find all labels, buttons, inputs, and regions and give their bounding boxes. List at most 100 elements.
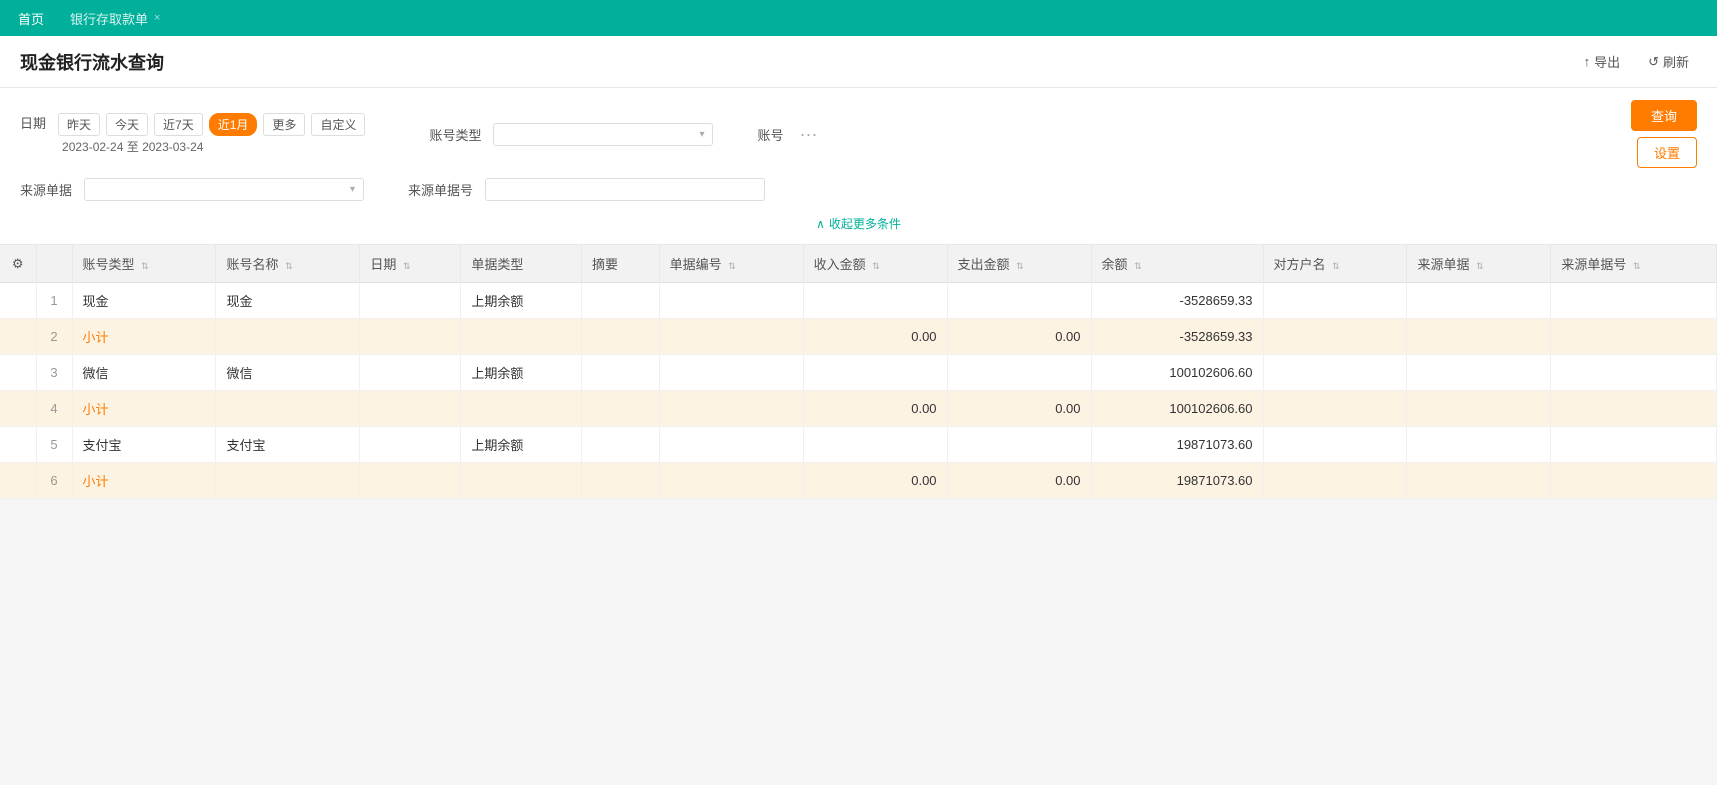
column-gear[interactable]: ⚙ <box>0 245 36 283</box>
table-row: 5支付宝支付宝上期余额19871073.60 <box>0 427 1717 463</box>
settings-button[interactable]: 设置 <box>1637 137 1697 168</box>
cell-expense <box>947 427 1091 463</box>
cell-balance: 100102606.60 <box>1091 391 1263 427</box>
sort-icon-date: ⇅ <box>403 261 411 272</box>
sort-icon-income: ⇅ <box>872 261 880 272</box>
cell-idx: 4 <box>36 391 72 427</box>
table-row: 6小计0.000.0019871073.60 <box>0 463 1717 499</box>
date-btn-more[interactable]: 更多 <box>263 113 305 136</box>
cell-source-doc-num <box>1551 283 1717 319</box>
top-nav: 首页 收款单×付款单×其他收入单×应收应付调整单×银行存取款单×预收冲应收单×收… <box>0 0 1717 36</box>
date-btn-1month[interactable]: 近1月 <box>209 113 258 136</box>
cell-summary <box>582 283 660 319</box>
cell-income: 0.00 <box>803 391 947 427</box>
column-counterparty[interactable]: 对方户名 ⇅ <box>1263 245 1407 283</box>
export-button[interactable]: ↑ 导出 <box>1576 48 1629 75</box>
date-btn-today[interactable]: 今天 <box>106 113 148 136</box>
cell-account-name: 微信 <box>216 355 360 391</box>
date-label: 日期 <box>20 113 46 132</box>
column-source-doc[interactable]: 来源单据 ⇅ <box>1407 245 1551 283</box>
header-actions: ↑ 导出 ↺ 刷新 <box>1576 48 1697 87</box>
data-table: ⚙ 账号类型 ⇅ 账号名称 ⇅ 日期 ⇅ 单据类型 摘要 单据编号 ⇅ 收入金额… <box>0 245 1717 499</box>
column-balance[interactable]: 余额 ⇅ <box>1091 245 1263 283</box>
cell-account-type: 小计 <box>72 391 216 427</box>
account-label: 账号 <box>757 125 783 144</box>
cell-counterparty <box>1263 319 1407 355</box>
refresh-button[interactable]: ↺ 刷新 <box>1640 48 1697 75</box>
cell-date <box>360 355 461 391</box>
cell-summary <box>582 391 660 427</box>
cell-income: 0.00 <box>803 463 947 499</box>
collapse-button[interactable]: ∧ 收起更多条件 <box>816 215 901 232</box>
cell-summary <box>582 319 660 355</box>
cell-gear <box>0 391 36 427</box>
date-btn-yesterday[interactable]: 昨天 <box>58 113 100 136</box>
cell-source-doc <box>1407 319 1551 355</box>
date-btn-7days[interactable]: 近7天 <box>154 113 203 136</box>
cell-gear <box>0 319 36 355</box>
cell-balance: 100102606.60 <box>1091 355 1263 391</box>
column-date[interactable]: 日期 ⇅ <box>360 245 461 283</box>
source-doc-num-input[interactable] <box>494 182 756 197</box>
nav-tab-close[interactable]: × <box>154 12 160 24</box>
cell-expense <box>947 355 1091 391</box>
cell-idx: 1 <box>36 283 72 319</box>
sort-icon-account-type: ⇅ <box>141 261 149 272</box>
column-account-name[interactable]: 账号名称 ⇅ <box>216 245 360 283</box>
sort-icon-source-doc: ⇅ <box>1476 261 1484 272</box>
account-dots[interactable]: ··· <box>795 124 821 145</box>
cell-gear <box>0 427 36 463</box>
cell-expense: 0.00 <box>947 391 1091 427</box>
column-summary: 摘要 <box>582 245 660 283</box>
query-button[interactable]: 查询 <box>1631 100 1697 131</box>
cell-account-name <box>216 391 360 427</box>
nav-tabs: 收款单×付款单×其他收入单×应收应付调整单×银行存取款单×预收冲应收单×收款核销… <box>58 0 198 36</box>
column-doc-type: 单据类型 <box>461 245 582 283</box>
cell-balance: 19871073.60 <box>1091 427 1263 463</box>
collapse-bar: ∧ 收起更多条件 <box>20 211 1697 232</box>
cell-source-doc <box>1407 355 1551 391</box>
cell-account-type: 小计 <box>72 463 216 499</box>
account-type-select[interactable]: ▾ <box>493 123 713 146</box>
cell-summary <box>582 463 660 499</box>
source-doc-arrow: ▾ <box>350 184 355 195</box>
nav-tab-银行存取款单[interactable]: 银行存取款单× <box>58 0 198 36</box>
sort-icon-account-name: ⇅ <box>285 261 293 272</box>
cell-idx: 3 <box>36 355 72 391</box>
account-type-arrow: ▾ <box>699 129 704 140</box>
filter-actions: 查询 设置 <box>1631 100 1697 168</box>
cell-doc-type <box>461 319 582 355</box>
column-account-type[interactable]: 账号类型 ⇅ <box>72 245 216 283</box>
column-index <box>36 245 72 283</box>
cell-account-type: 现金 <box>72 283 216 319</box>
source-doc-select[interactable]: ▾ <box>84 178 364 201</box>
cell-date <box>360 391 461 427</box>
export-icon: ↑ <box>1584 54 1591 69</box>
cell-summary <box>582 355 660 391</box>
column-source-doc-num[interactable]: 来源单据号 ⇅ <box>1551 245 1717 283</box>
column-expense[interactable]: 支出金额 ⇅ <box>947 245 1091 283</box>
sort-icon-doc-number: ⇅ <box>728 261 736 272</box>
source-doc-input[interactable] <box>93 182 346 197</box>
cell-doc-number <box>659 391 803 427</box>
source-doc-num-input-wrap[interactable] <box>485 178 765 201</box>
page-title: 现金银行流水查询 <box>20 49 164 87</box>
account-type-input[interactable] <box>502 127 695 142</box>
cell-gear <box>0 355 36 391</box>
cell-income <box>803 355 947 391</box>
cell-counterparty <box>1263 427 1407 463</box>
table-row: 3微信微信上期余额100102606.60 <box>0 355 1717 391</box>
date-buttons: 昨天 今天 近7天 近1月 更多 自定义 <box>58 113 365 136</box>
cell-expense: 0.00 <box>947 463 1091 499</box>
date-btn-custom[interactable]: 自定义 <box>311 113 365 136</box>
table-row: 2小计0.000.00-3528659.33 <box>0 319 1717 355</box>
cell-doc-number <box>659 427 803 463</box>
column-doc-number[interactable]: 单据编号 ⇅ <box>659 245 803 283</box>
cell-doc-type: 上期余额 <box>461 427 582 463</box>
cell-source-doc <box>1407 463 1551 499</box>
sort-icon-balance: ⇅ <box>1134 261 1142 272</box>
cell-source-doc-num <box>1551 319 1717 355</box>
cell-account-name <box>216 319 360 355</box>
column-income[interactable]: 收入金额 ⇅ <box>803 245 947 283</box>
home-tab[interactable]: 首页 <box>4 9 58 28</box>
